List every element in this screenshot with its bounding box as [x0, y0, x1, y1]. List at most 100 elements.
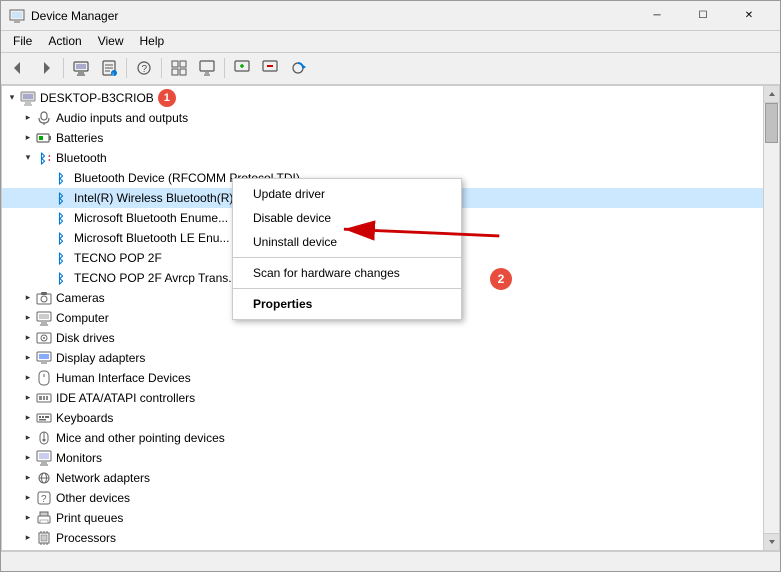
label-other: Other devices: [56, 491, 130, 505]
label-batteries: Batteries: [56, 131, 103, 145]
label-hid: Human Interface Devices: [56, 371, 191, 385]
status-bar: [1, 551, 780, 571]
toolbar-monitor[interactable]: [194, 55, 220, 81]
expand-hid[interactable]: ▸: [20, 370, 36, 386]
title-bar: Device Manager ─ ☐ ✕: [1, 1, 780, 31]
tree-item-processors[interactable]: ▸ Processors: [2, 528, 763, 548]
context-menu-sep1: [233, 257, 461, 258]
window-controls: ─ ☐ ✕: [634, 1, 772, 31]
icon-bt3: ᛒ: [54, 210, 70, 226]
svg-text:ᛒ: ᛒ: [57, 211, 65, 226]
context-menu-properties[interactable]: Properties: [233, 292, 461, 316]
svg-text:ᛒ: ᛒ: [39, 151, 47, 166]
toolbar-sep4: [224, 58, 225, 78]
icon-ide: [36, 390, 52, 406]
label-processors: Processors: [56, 531, 116, 545]
toolbar-show[interactable]: [166, 55, 192, 81]
icon-network: [36, 470, 52, 486]
toolbar-properties[interactable]: i: [96, 55, 122, 81]
expand-disk[interactable]: ▸: [20, 330, 36, 346]
maximize-button[interactable]: ☐: [680, 1, 726, 31]
expand-mice[interactable]: ▸: [20, 430, 36, 446]
label-root: DESKTOP-B3CRIOB: [40, 91, 154, 105]
tree-item-network[interactable]: ▸ Network adapters: [2, 468, 763, 488]
tree-item-sdhost[interactable]: ▸ SD host adapters: [2, 548, 763, 550]
toolbar-remove[interactable]: [257, 55, 283, 81]
tree-item-audio[interactable]: ▸ Audio inputs and outputs: [2, 108, 763, 128]
icon-display: [36, 350, 52, 366]
scroll-down[interactable]: [764, 533, 780, 550]
expand-root[interactable]: ▾: [4, 90, 20, 106]
expand-ide[interactable]: ▸: [20, 390, 36, 406]
menu-file[interactable]: File: [5, 32, 40, 50]
context-menu-disable[interactable]: Disable device: [233, 206, 461, 230]
expand-computer[interactable]: ▸: [20, 310, 36, 326]
svg-text:?: ?: [142, 64, 148, 75]
annotation-two: 2: [490, 268, 512, 290]
context-menu-update[interactable]: Update driver: [233, 182, 461, 206]
expand-processors[interactable]: ▸: [20, 530, 36, 546]
svg-text:ᛒ: ᛒ: [57, 271, 65, 286]
svg-text:?: ?: [41, 494, 47, 505]
toolbar-forward[interactable]: [33, 55, 59, 81]
icon-bt1: ᛒ: [54, 170, 70, 186]
badge-one: 1: [158, 89, 176, 107]
tree-item-ide[interactable]: ▸ IDE ATA/ATAPI controllers: [2, 388, 763, 408]
toolbar-help[interactable]: ?: [131, 55, 157, 81]
icon-bt5: ᛒ: [54, 250, 70, 266]
expand-other[interactable]: ▸: [20, 490, 36, 506]
expand-print[interactable]: ▸: [20, 510, 36, 526]
toolbar-back[interactable]: [5, 55, 31, 81]
icon-keyboard: [36, 410, 52, 426]
toolbar-computer[interactable]: [68, 55, 94, 81]
tree-item-monitors[interactable]: ▸ Monitors: [2, 448, 763, 468]
menu-view[interactable]: View: [90, 32, 132, 50]
scroll-up[interactable]: [764, 86, 780, 103]
icon-bt2: ᛒ: [54, 190, 70, 206]
expand-bluetooth[interactable]: ▾: [20, 150, 36, 166]
icon-bt6: ᛒ: [54, 270, 70, 286]
tree-item-bluetooth[interactable]: ▾ ᛒ Bluetooth: [2, 148, 763, 168]
scroll-thumb[interactable]: [765, 103, 778, 143]
context-menu-scan[interactable]: Scan for hardware changes: [233, 261, 461, 285]
icon-processors: [36, 530, 52, 546]
icon-bluetooth: ᛒ: [36, 150, 52, 166]
label-computer: Computer: [56, 311, 109, 325]
toolbar-sep3: [161, 58, 162, 78]
tree-item-other[interactable]: ▸ ? Other devices: [2, 488, 763, 508]
scrollbar[interactable]: [763, 86, 779, 550]
toolbar-add[interactable]: [229, 55, 255, 81]
tree-item-keyboard[interactable]: ▸ Keyboards: [2, 408, 763, 428]
close-button[interactable]: ✕: [726, 1, 772, 31]
tree-item-mice[interactable]: ▸ Mice and other pointing devices: [2, 428, 763, 448]
minimize-button[interactable]: ─: [634, 1, 680, 31]
label-bt6: TECNO POP 2F Avrcp Trans...: [74, 271, 238, 285]
tree-item-root[interactable]: ▾ DESKTOP-B3CRIOB 1: [2, 88, 763, 108]
expand-batteries[interactable]: ▸: [20, 130, 36, 146]
tree-item-display[interactable]: ▸ Display adapters: [2, 348, 763, 368]
expand-audio[interactable]: ▸: [20, 110, 36, 126]
tree-item-disk[interactable]: ▸ Disk drives: [2, 328, 763, 348]
expand-cameras[interactable]: ▸: [20, 290, 36, 306]
toolbar-sep1: [63, 58, 64, 78]
tree-item-print[interactable]: ▸ Print queues: [2, 508, 763, 528]
icon-other: ?: [36, 490, 52, 506]
menu-action[interactable]: Action: [40, 32, 89, 50]
scroll-track[interactable]: [764, 103, 779, 533]
expand-monitors[interactable]: ▸: [20, 450, 36, 466]
toolbar-sep2: [126, 58, 127, 78]
expand-network[interactable]: ▸: [20, 470, 36, 486]
context-menu: Update driver Disable device Uninstall d…: [232, 178, 462, 320]
tree-item-hid[interactable]: ▸ Human Interface Devices: [2, 368, 763, 388]
expand-display[interactable]: ▸: [20, 350, 36, 366]
label-cameras: Cameras: [56, 291, 105, 305]
svg-text:ᛒ: ᛒ: [57, 171, 65, 186]
toolbar-scan[interactable]: [285, 55, 311, 81]
label-display: Display adapters: [56, 351, 145, 365]
context-menu-uninstall[interactable]: Uninstall device: [233, 230, 461, 254]
icon-computer: [36, 310, 52, 326]
expand-keyboard[interactable]: ▸: [20, 410, 36, 426]
tree-item-batteries[interactable]: ▸ Batteries: [2, 128, 763, 148]
menu-help[interactable]: Help: [132, 32, 173, 50]
icon-print: [36, 510, 52, 526]
